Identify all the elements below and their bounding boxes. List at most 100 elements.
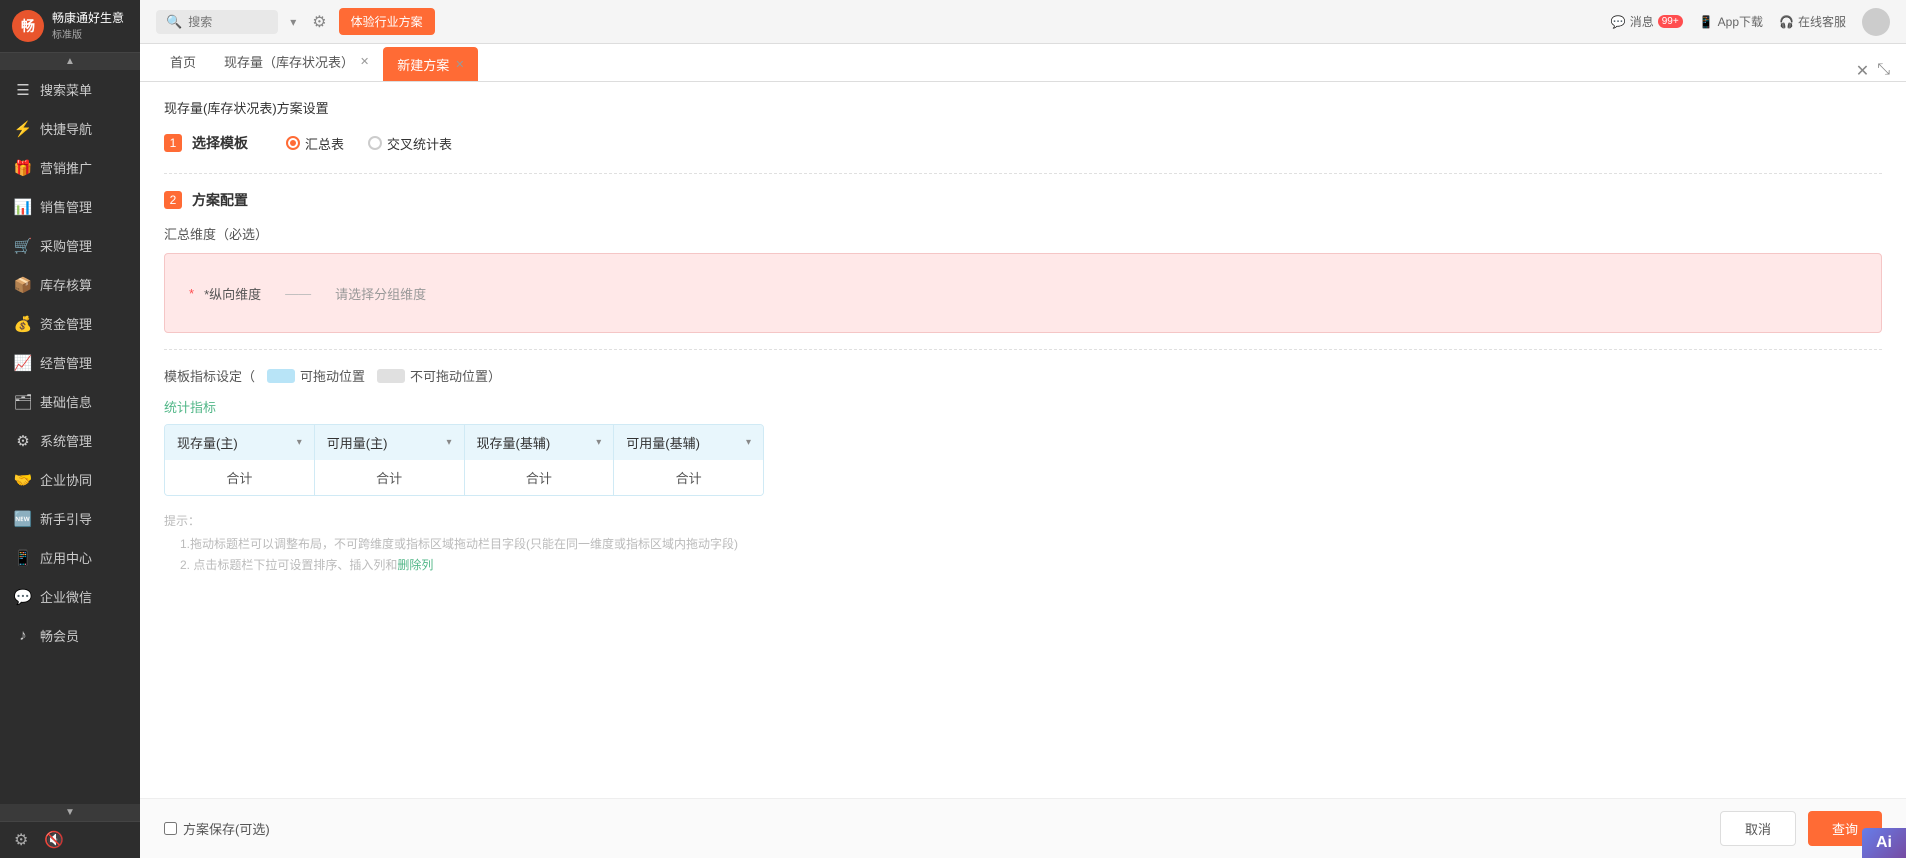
sidebar-item-sales[interactable]: 📊 销售管理 (0, 187, 140, 226)
messages-badge: 99+ (1658, 15, 1683, 28)
vertical-dim-placeholder: 请选择分组维度 (335, 284, 426, 303)
stats-body-col-2: 合计 (315, 460, 465, 495)
footer: 方案保存(可选) 取消 查询 (140, 798, 1906, 858)
sidebar-item-finance[interactable]: 💰 资金管理 (0, 304, 140, 343)
tips-area: 提示： 1.拖动标题栏可以调整布局，不可跨维度或指标区域拖动栏目字段(只能在同一… (164, 512, 1882, 573)
sidebar-item-member[interactable]: ♪ 畅会员 (0, 616, 140, 655)
search-dropdown-icon[interactable]: ▾ (290, 15, 296, 29)
stats-col-4-chevron[interactable]: ▾ (746, 437, 751, 448)
customer-service-button[interactable]: 🎧 在线客服 (1779, 13, 1846, 30)
settings-icon[interactable]: ⚙ (14, 830, 28, 850)
topbar-right: 💬 消息 99+ 📱 App下载 🎧 在线客服 (1611, 8, 1890, 36)
close-panel-icon[interactable]: ✕ (1856, 61, 1869, 81)
mute-icon[interactable]: 🔇 (44, 830, 64, 850)
tips-item-1: 1.拖动标题栏可以调整布局，不可跨维度或指标区域拖动栏目字段(只能在同一维度或指… (180, 535, 1882, 552)
indicator-settings-label: 模板指标设定（ (164, 366, 255, 385)
tab-new-scheme[interactable]: 新建方案 ✕ (383, 47, 478, 81)
topbar: 🔍 ▾ ⚙ 体验行业方案 💬 消息 99+ 📱 App下载 🎧 在线客服 (140, 0, 1906, 44)
stats-col-2[interactable]: 可用量(主) ▾ (315, 425, 465, 460)
section1-header: 1 选择模板 汇总表 交叉统计表 (164, 133, 1882, 153)
stats-col-3[interactable]: 现存量(基辅) ▾ (465, 425, 615, 460)
stats-col-4[interactable]: 可用量(基辅) ▾ (614, 425, 763, 460)
sidebar-item-label: 经营管理 (40, 353, 92, 372)
section-config: 2 方案配置 汇总维度（必选） * *纵向维度 —— 请选择分组维度 模板指标设… (164, 190, 1882, 573)
sidebar-scroll-down[interactable]: ▼ (0, 804, 140, 821)
summary-dim-label: 汇总维度（必选） (164, 224, 1882, 243)
sidebar-item-appstore[interactable]: 📱 应用中心 (0, 538, 140, 577)
sidebar-item-search[interactable]: ☰ 搜索菜单 (0, 70, 140, 109)
content-area: 现存量(库存状况表)方案设置 1 选择模板 汇总表 交叉统计表 (140, 82, 1906, 798)
tab-inventory-status[interactable]: 现存量（库存状况表） ✕ (210, 43, 383, 81)
app-name: 畅康通好生意 (52, 11, 124, 27)
vertical-dim-label: *纵向维度 (204, 284, 261, 303)
sidebar-item-purchase[interactable]: 🛒 采购管理 (0, 226, 140, 265)
required-star: * (189, 286, 194, 301)
gear-icon[interactable]: ⚙ (312, 12, 326, 32)
vertical-dim-area[interactable]: * *纵向维度 —— 请选择分组维度 (164, 253, 1882, 333)
section2-header: 2 方案配置 (164, 190, 1882, 210)
sidebar-bottom: ⚙ 🔇 (0, 821, 140, 858)
tab-new-close-icon[interactable]: ✕ (455, 58, 464, 71)
tab-bar: 首页 现存量（库存状况表） ✕ 新建方案 ✕ ✕ ⤡ (140, 44, 1906, 82)
sidebar-item-inventory[interactable]: 📦 库存核算 (0, 265, 140, 304)
section1-title: 选择模板 (192, 133, 248, 153)
stats-col-2-chevron[interactable]: ▾ (446, 437, 451, 448)
tips-item-2: 2. 点击标题栏下拉可设置排序、插入列和删除列 (180, 556, 1882, 573)
draggable-color-box (267, 369, 295, 383)
radio-cross[interactable]: 交叉统计表 (368, 134, 452, 153)
stats-col-3-chevron[interactable]: ▾ (596, 437, 601, 448)
topbar-search[interactable]: 🔍 (156, 10, 278, 34)
tab-home[interactable]: 首页 (156, 43, 210, 81)
purchase-icon: 🛒 (14, 237, 32, 255)
radio-summary-label: 汇总表 (305, 134, 344, 153)
sidebar-item-collab[interactable]: 🤝 企业协同 (0, 460, 140, 499)
sidebar-scroll-up[interactable]: ▲ (0, 53, 140, 70)
inventory-icon: 📦 (14, 276, 32, 294)
radio-summary-circle (286, 136, 300, 150)
sidebar-item-basic-info[interactable]: 🗂 基础信息 (0, 382, 140, 421)
delete-col-link: 删除列 (397, 558, 433, 572)
user-avatar[interactable] (1862, 8, 1890, 36)
sidebar-item-label: 快捷导航 (40, 119, 92, 138)
sidebar-item-newbie[interactable]: 🆕 新手引导 (0, 499, 140, 538)
sidebar-item-system[interactable]: ⚙ 系统管理 (0, 421, 140, 460)
vertical-dim-dash: —— (285, 286, 311, 301)
sidebar-item-quicknav[interactable]: ⚡ 快捷导航 (0, 109, 140, 148)
sidebar-item-marketing[interactable]: 🎁 营销推广 (0, 148, 140, 187)
sidebar-item-label: 系统管理 (40, 431, 92, 450)
appstore-icon: 📱 (14, 549, 32, 567)
sidebar-item-label: 销售管理 (40, 197, 92, 216)
member-icon: ♪ (14, 627, 32, 645)
sidebar-item-management[interactable]: 📈 经营管理 (0, 343, 140, 382)
customer-service-label: 在线客服 (1798, 13, 1846, 30)
tab-inventory-status-label: 现存量（库存状况表） (224, 52, 354, 71)
stats-col-1[interactable]: 现存量(主) ▾ (165, 425, 315, 460)
radio-summary[interactable]: 汇总表 (286, 134, 344, 153)
cancel-button[interactable]: 取消 (1720, 811, 1796, 846)
search-input[interactable] (188, 15, 268, 29)
save-scheme-checkbox[interactable]: 方案保存(可选) (164, 819, 270, 838)
section2-title: 方案配置 (192, 190, 248, 210)
template-radio-group: 汇总表 交叉统计表 (286, 134, 452, 153)
sidebar-logo: 畅 畅康通好生意 标准版 (0, 0, 140, 53)
messages-button[interactable]: 💬 消息 99+ (1611, 13, 1683, 30)
ai-float-button[interactable]: Ai (1862, 828, 1906, 858)
radio-cross-label: 交叉统计表 (387, 134, 452, 153)
section1-num: 1 (164, 134, 182, 152)
section-divider-1 (164, 173, 1882, 174)
quicknav-icon: ⚡ (14, 120, 32, 138)
not-draggable-color-box (377, 369, 405, 383)
trial-button[interactable]: 体验行业方案 (339, 8, 435, 35)
newbie-icon: 🆕 (14, 510, 32, 528)
expand-panel-icon[interactable]: ⤡ (1877, 61, 1890, 81)
app-download-button[interactable]: 📱 App下载 (1699, 13, 1763, 30)
search-icon: 🔍 (166, 14, 182, 30)
sidebar-item-wechat[interactable]: 💬 企业微信 (0, 577, 140, 616)
section2-num: 2 (164, 191, 182, 209)
tab-inventory-close-icon[interactable]: ✕ (360, 55, 369, 68)
stats-col-1-chevron[interactable]: ▾ (297, 437, 302, 448)
footer-buttons: 取消 查询 (1720, 811, 1882, 846)
finance-icon: 💰 (14, 315, 32, 333)
sidebar-item-label: 搜索菜单 (40, 80, 92, 99)
save-scheme-input[interactable] (164, 822, 177, 835)
